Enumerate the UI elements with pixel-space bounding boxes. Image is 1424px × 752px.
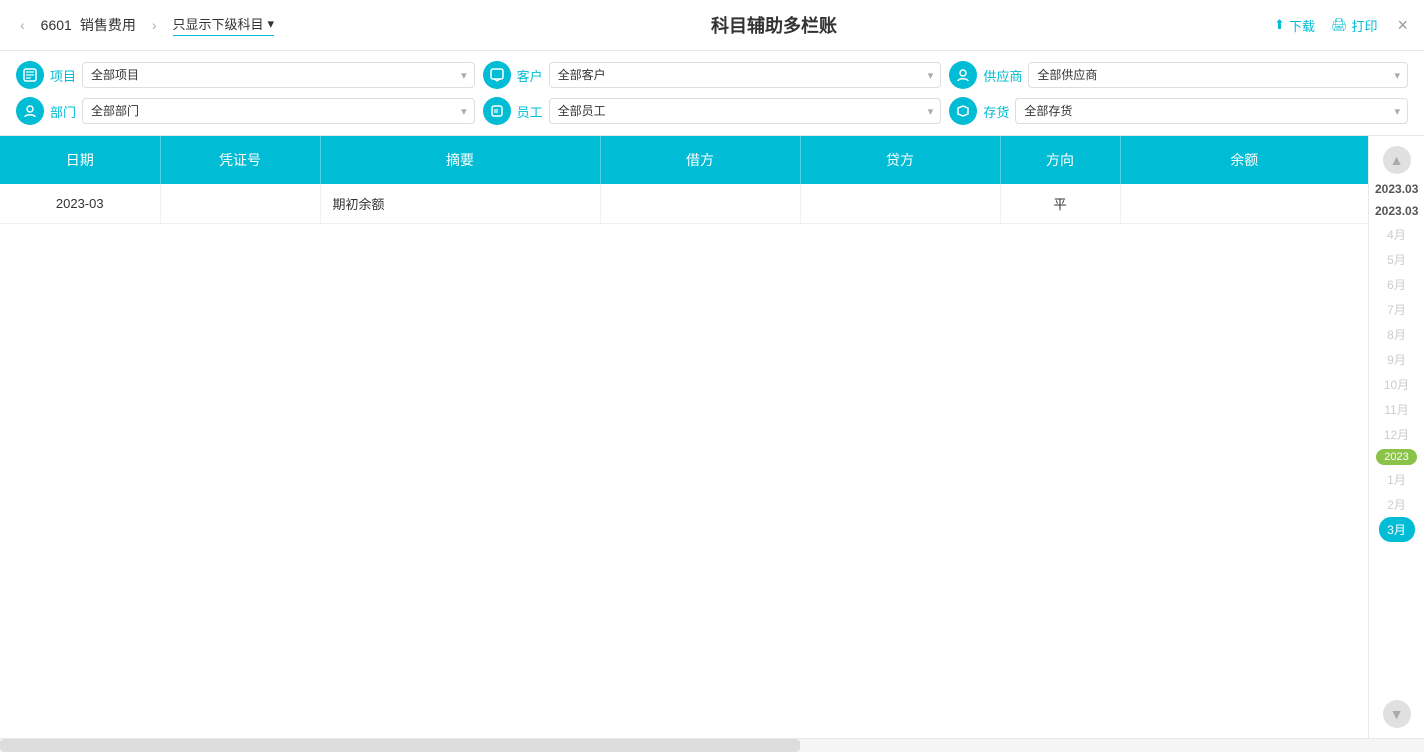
nav-next-button[interactable]: › xyxy=(148,15,161,35)
employee-select[interactable]: 全部员工 xyxy=(549,98,942,124)
item-label: 项目 xyxy=(50,66,76,85)
show-sub-dropdown[interactable]: 只显示下级科目 ▾ xyxy=(173,14,275,36)
data-table: 日期 凭证号 摘要 借方 贷方 方向 余额 2023-03 期初余额 xyxy=(0,136,1368,224)
col-header-voucher: 凭证号 xyxy=(160,136,320,184)
timeline-month-7[interactable]: 7月 xyxy=(1369,297,1424,322)
account-code-box: 6601 销售费用 xyxy=(41,15,136,35)
print-button[interactable]: 🖨 打印 xyxy=(1331,16,1378,35)
timeline-nav-down[interactable]: ▼ xyxy=(1383,700,1411,728)
timeline-section: 2023.03 2023.03 4月 5月 6月 7月 8月 9月 10月 11… xyxy=(1369,178,1424,696)
department-label: 部门 xyxy=(50,102,76,121)
col-header-date: 日期 xyxy=(0,136,160,184)
customer-label: 客户 xyxy=(517,66,543,85)
item-select-wrapper: 全部项目 ▾ xyxy=(82,62,475,88)
timeline-months-group: 4月 5月 6月 7月 8月 9月 10月 11月 12月 2023 1月 2月… xyxy=(1369,222,1424,542)
filter-item-row: 项目 全部项目 ▾ xyxy=(16,61,475,89)
col-header-direction: 方向 xyxy=(1000,136,1120,184)
table-area: 日期 凭证号 摘要 借方 贷方 方向 余额 2023-03 期初余额 xyxy=(0,136,1368,738)
timeline-nav-up[interactable]: ▲ xyxy=(1383,146,1411,174)
filter-inventory-row: 存货 全部存货 ▾ xyxy=(949,97,1408,125)
cell-date: 2023-03 xyxy=(0,184,160,224)
print-label: 打印 xyxy=(1351,16,1377,35)
up-arrow-icon: ▲ xyxy=(1390,152,1404,168)
supplier-label: 供应商 xyxy=(983,66,1022,85)
timeline-month-10[interactable]: 10月 xyxy=(1369,372,1424,397)
cell-debit xyxy=(600,184,800,224)
inventory-select[interactable]: 全部存货 xyxy=(1015,98,1408,124)
main-window: ‹ 6601 销售费用 › 只显示下级科目 ▾ 科目辅助多栏账 ⬆ 下载 🖨 打… xyxy=(0,0,1424,752)
col-header-summary: 摘要 xyxy=(320,136,600,184)
timeline-month-4[interactable]: 4月 xyxy=(1369,222,1424,247)
timeline-month-6[interactable]: 6月 xyxy=(1369,272,1424,297)
customer-select[interactable]: 全部客户 xyxy=(549,62,942,88)
timeline-month-11[interactable]: 11月 xyxy=(1369,397,1424,422)
cell-direction: 平 xyxy=(1000,184,1120,224)
timeline-month-9[interactable]: 9月 xyxy=(1369,347,1424,372)
show-sub-label: 只显示下级科目 xyxy=(173,14,264,33)
timeline-month-2[interactable]: 2月 xyxy=(1369,492,1424,517)
page-title: 科目辅助多栏账 xyxy=(286,12,1262,38)
download-button[interactable]: ⬆ 下载 xyxy=(1274,16,1315,35)
print-icon: 🖨 xyxy=(1331,17,1348,33)
customer-select-wrapper: 全部客户 ▾ xyxy=(549,62,942,88)
account-name: 销售费用 xyxy=(80,15,136,35)
supplier-icon xyxy=(949,61,977,89)
table-row: 2023-03 期初余额 平 xyxy=(0,184,1368,224)
download-icon: ⬆ xyxy=(1274,17,1285,33)
item-icon xyxy=(16,61,44,89)
employee-label: 员工 xyxy=(517,102,543,121)
employee-icon xyxy=(483,97,511,125)
col-header-balance: 余额 xyxy=(1120,136,1368,184)
filter-employee-row: 员工 全部员工 ▾ xyxy=(483,97,942,125)
cell-credit xyxy=(800,184,1000,224)
account-code: 6601 xyxy=(41,17,72,33)
filter-customer-row: 客户 全部客户 ▾ xyxy=(483,61,942,89)
department-select[interactable]: 全部部门 xyxy=(82,98,475,124)
top-bar: ‹ 6601 销售费用 › 只显示下级科目 ▾ 科目辅助多栏账 ⬆ 下载 🖨 打… xyxy=(0,0,1424,51)
department-select-wrapper: 全部部门 ▾ xyxy=(82,98,475,124)
timeline-item-2023-03-top1[interactable]: 2023.03 xyxy=(1369,178,1424,200)
nav-prev-button[interactable]: ‹ xyxy=(16,15,29,35)
inventory-select-wrapper: 全部存货 ▾ xyxy=(1015,98,1408,124)
timeline-month-3-active[interactable]: 3月 xyxy=(1379,517,1415,542)
cell-balance xyxy=(1120,184,1368,224)
customer-icon xyxy=(483,61,511,89)
top-actions: ⬆ 下载 🖨 打印 xyxy=(1274,16,1377,35)
scrollbar-thumb[interactable] xyxy=(0,739,800,752)
timeline-month-8[interactable]: 8月 xyxy=(1369,322,1424,347)
inventory-icon xyxy=(949,97,977,125)
supplier-select[interactable]: 全部供应商 xyxy=(1028,62,1408,88)
filter-department-row: 部门 全部部门 ▾ xyxy=(16,97,475,125)
timeline-item-2023-03-top2[interactable]: 2023.03 xyxy=(1369,200,1424,222)
content-area: 日期 凭证号 摘要 借方 贷方 方向 余额 2023-03 期初余额 xyxy=(0,136,1424,738)
download-label: 下载 xyxy=(1289,16,1315,35)
timeline-month-1[interactable]: 1月 xyxy=(1369,467,1424,492)
timeline-year-badge: 2023 xyxy=(1376,449,1416,465)
inventory-label: 存货 xyxy=(983,102,1009,121)
employee-select-wrapper: 全部员工 ▾ xyxy=(549,98,942,124)
col-header-debit: 借方 xyxy=(600,136,800,184)
cell-summary: 期初余额 xyxy=(320,184,600,224)
timeline-month-5[interactable]: 5月 xyxy=(1369,247,1424,272)
filter-supplier-row: 供应商 全部供应商 ▾ xyxy=(949,61,1408,89)
timeline-month-12[interactable]: 12月 xyxy=(1369,422,1424,447)
bottom-scrollbar[interactable] xyxy=(0,738,1424,752)
cell-voucher xyxy=(160,184,320,224)
department-icon xyxy=(16,97,44,125)
right-timeline: ▲ 2023.03 2023.03 4月 5月 6月 7月 8月 9月 10月 … xyxy=(1368,136,1424,738)
filter-area: 项目 全部项目 ▾ 客户 全部客户 ▾ 供应 xyxy=(0,51,1424,136)
show-sub-chevron-icon: ▾ xyxy=(268,16,275,32)
down-arrow-icon: ▼ xyxy=(1390,706,1404,722)
col-header-credit: 贷方 xyxy=(800,136,1000,184)
supplier-select-wrapper: 全部供应商 ▾ xyxy=(1028,62,1408,88)
table-header-row: 日期 凭证号 摘要 借方 贷方 方向 余额 xyxy=(0,136,1368,184)
close-button[interactable]: × xyxy=(1397,15,1408,36)
item-select[interactable]: 全部项目 xyxy=(82,62,475,88)
